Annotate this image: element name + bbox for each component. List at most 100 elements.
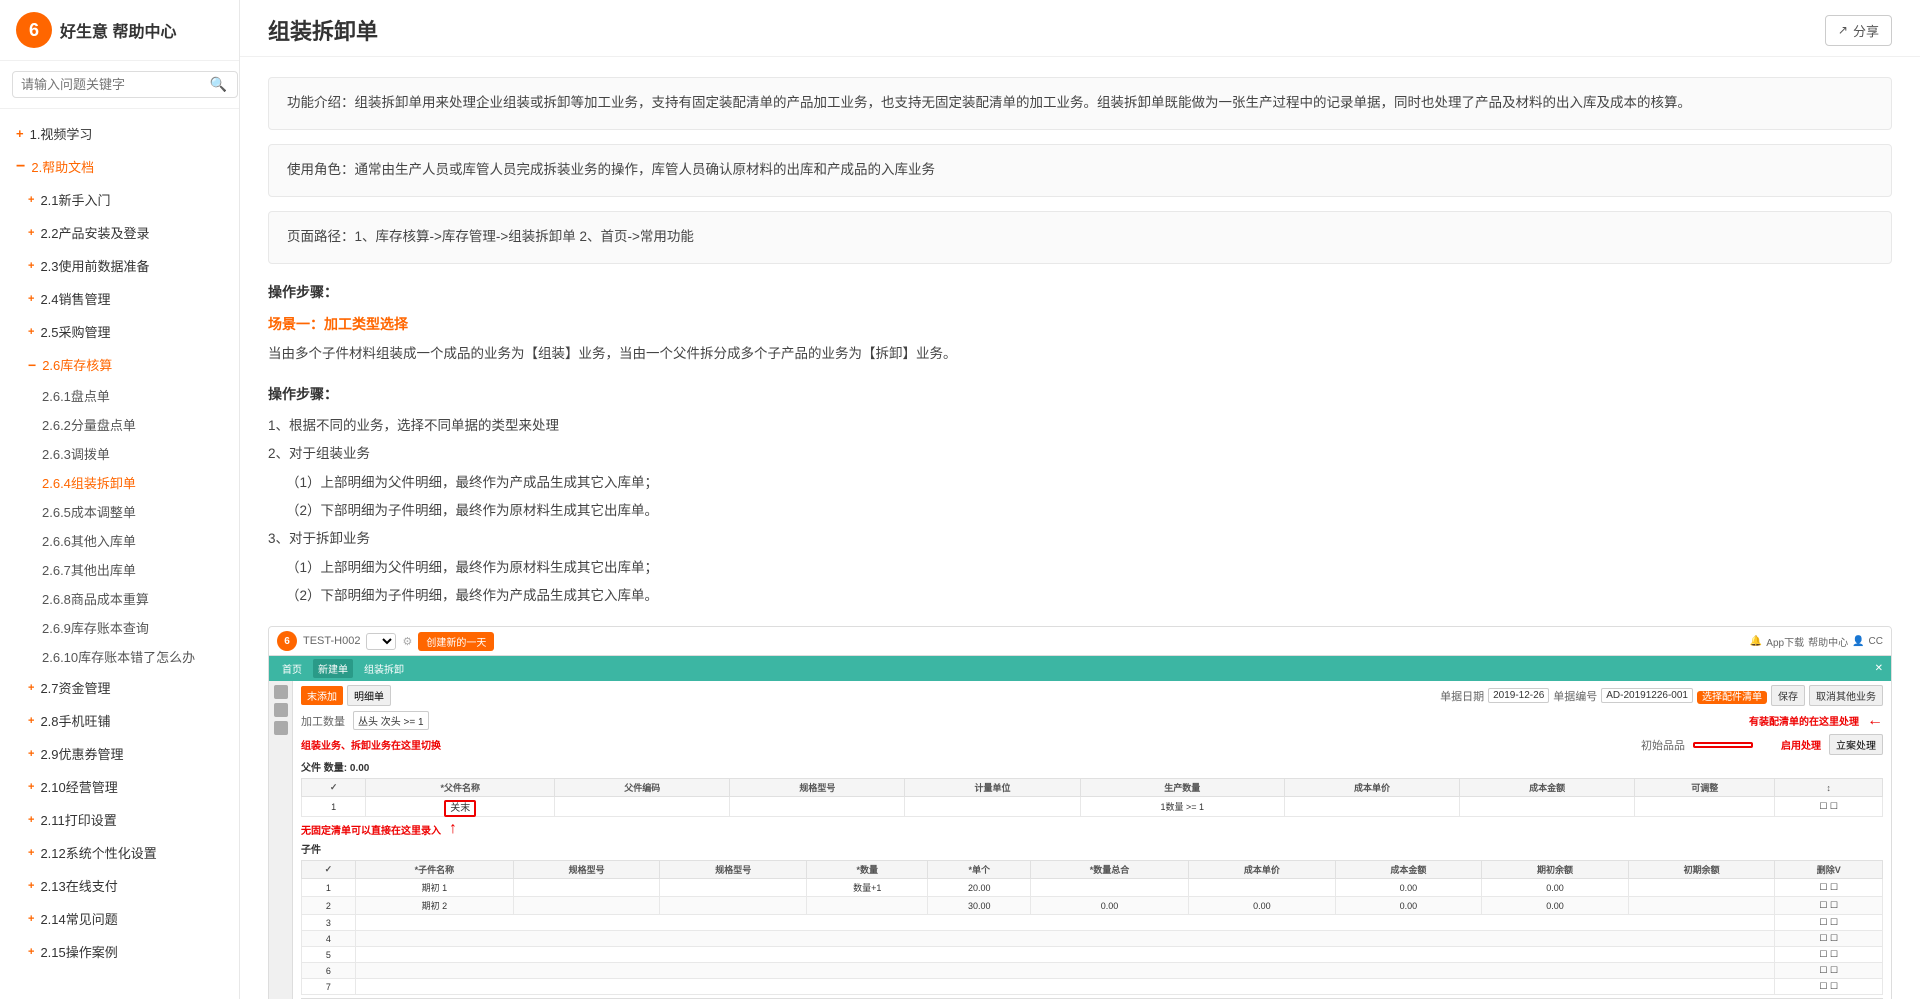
sim-bth-name: *子件名称 [355,861,513,879]
sim-icon-2 [274,703,288,717]
sim-td-amount [1460,797,1635,817]
sidebar-item-2-14[interactable]: + 2.14常见问题 [0,902,239,935]
sidebar-item-2-2[interactable]: + 2.2产品安装及登录 [0,216,239,249]
sim-topbar-right: 🔔 App下载 帮助中心 👤 CC [1750,634,1883,649]
screenshot-container: 6 TEST-H002 ⚙ 创建新的一天 🔔 App下载 帮助中心 👤 CC [268,626,1892,999]
sim-section-header-bottom: 子件 [301,841,1883,856]
sidebar-item-2-6-7[interactable]: 2.6.7其他出库单 [0,555,239,584]
sidebar-item-2-7[interactable]: + 2.7资金管理 [0,671,239,704]
sim-bth-init2: 初期余额 [1628,861,1775,879]
plus-icon: + [28,260,34,272]
sidebar-item-2-15[interactable]: + 2.15操作案例 [0,935,239,968]
sim-nav-home[interactable]: 首页 [277,659,307,678]
sidebar-item-video[interactable]: + 1.视频学习 [0,117,239,150]
sim-btd-qty4 [807,897,928,915]
plus-icon: + [28,781,34,793]
sidebar-item-2-4[interactable]: + 2.4销售管理 [0,282,239,315]
sim-btd-amount1: 0.00 [1335,879,1482,897]
sidebar-item-2-9[interactable]: + 2.9优惠券管理 [0,737,239,770]
sim-form-row3: 组装业务、拆卸业务在这里切换 初始品品 启用处理 立案处理 [301,734,1883,755]
sidebar-item-label: 2.13在线支付 [40,876,117,895]
sim-td-adj [1635,797,1775,817]
sim-red-name[interactable]: 关末 [444,800,476,817]
sim-btd-init2 [1628,879,1775,897]
step2-sub2-text: （2）下部明细为子件明细，最终作为原材料生成其它出库单。 [268,499,1892,523]
search-input[interactable] [12,71,238,98]
intro-block-2: 使用角色：通常由生产人员或库管人员完成拆装业务的操作，库管人员确认原材料的出库和… [268,144,1892,197]
sim-table-row: 1 关末 1数量 >= 1 [302,797,1883,817]
sidebar-item-2-10[interactable]: + 2.10经营管理 [0,770,239,803]
sim-bth-qty3: *数量总合 [1031,861,1189,879]
sidebar-item-2-6-4[interactable]: 2.6.4组装拆卸单 [0,468,239,497]
sim-th: ✓ [302,779,366,797]
sidebar-item-2-13[interactable]: + 2.13在线支付 [0,869,239,902]
sim-bth-del: 删除V [1775,861,1883,879]
sim-nav-new[interactable]: 新建单 [313,659,353,678]
sidebar-item-2-6-10[interactable]: 2.6.10库存账本错了怎么办 [0,642,239,671]
page-title: 组装拆卸单 [268,14,378,46]
sim-tab-detail[interactable]: 明细单 [347,685,391,706]
sidebar-item-2-12[interactable]: + 2.12系统个性化设置 [0,836,239,869]
sidebar-item-2-6-3[interactable]: 2.6.3调拨单 [0,439,239,468]
sidebar-item-2-6-5[interactable]: 2.6.5成本调整单 [0,497,239,526]
sim-user-id: CC [1869,636,1883,647]
sim-close-icon[interactable]: ✕ [1875,663,1883,674]
sidebar-item-2-8[interactable]: + 2.8手机旺铺 [0,704,239,737]
sidebar-search-container[interactable]: 🔍 [0,61,239,109]
sidebar-item-docs[interactable]: − 2.帮助文档 [0,150,239,183]
sim-th-parent: *父件名称 [366,779,555,797]
sim-btd-qty5: 30.00 [928,897,1031,915]
sim-annotation-text3: 启用处理 [1781,737,1821,752]
sidebar: 6 好生意 帮助中心 🔍 + 1.视频学习 − 2.帮助文档 + 2.1新手入门 [0,0,240,999]
main-header: 组装拆卸单 ↗ 分享 [240,0,1920,57]
sim-btd-qty1: 数量+1 [807,879,928,897]
sidebar-item-2-11[interactable]: + 2.11打印设置 [0,803,239,836]
sim-bth-cost: 成本单价 [1189,861,1336,879]
sidebar-item-2-6[interactable]: − 2.6库存核算 [0,348,239,381]
sim-th-cost: 成本单价 [1284,779,1459,797]
sim-select[interactable] [366,633,396,650]
sim-arrow-right: ← [1867,712,1883,730]
sidebar-item-label: 2.2产品安装及登录 [40,223,149,242]
sidebar-item-2-6-1[interactable]: 2.6.1盘点单 [0,381,239,410]
sim-bottom-table: ✓ *子件名称 规格型号 规格型号 *数量 *单个 *数量总合 成本单价 成本金… [301,860,1883,995]
plus-icon: + [28,748,34,760]
sim-process-label: 初始品品 [1641,737,1685,753]
sim-td-spec [730,797,905,817]
app-title: 好生意 帮助中心 [60,18,176,42]
sim-cancel-btn[interactable]: 取消其他业务 [1809,685,1883,706]
sim-confirm-btn[interactable]: 立案处理 [1829,734,1883,755]
sidebar-item-label: 2.1新手入门 [40,190,110,209]
sim-main-content: 末添加 明细单 单据日期 2019-12-26 单据编号 AD-20191226… [293,681,1891,999]
sidebar-item-2-6-2[interactable]: 2.6.2分量盘点单 [0,410,239,439]
sim-save-btn[interactable]: 保存 [1771,685,1805,706]
sim-icon-1 [274,685,288,699]
sim-orange-label: 选择配件清单 [1697,691,1767,704]
sidebar-item-2-1[interactable]: + 2.1新手入门 [0,183,239,216]
sidebar-item-2-6-6[interactable]: 2.6.6其他入库单 [0,526,239,555]
sim-process-input[interactable] [1693,742,1753,748]
sim-bth-spec1: 规格型号 [513,861,660,879]
share-button[interactable]: ↗ 分享 [1825,15,1892,46]
sim-bth-init: 期初余额 [1482,861,1629,879]
sidebar-item-2-6-8[interactable]: 2.6.8商品成本重算 [0,584,239,613]
sidebar-item-2-5[interactable]: + 2.5采购管理 [0,315,239,348]
sim-btd-init4 [1628,897,1775,915]
sidebar-item-label: 2.12系统个性化设置 [40,843,156,862]
minus-icon: − [28,357,36,373]
sim-new-day-btn[interactable]: 创建新的一天 [418,632,494,651]
sim-tab-add[interactable]: 末添加 [301,686,343,705]
sim-btd-name2: 期初 2 [355,897,513,915]
sim-num-value: 丛头 次头 >= 1 [353,711,429,730]
sim-bth-amount: 成本金额 [1335,861,1482,879]
sim-bth-qty2: *单个 [928,861,1031,879]
sidebar-item-2-6-9[interactable]: 2.6.9库存账本查询 [0,613,239,642]
sidebar-item-label: 2.15操作案例 [40,942,117,961]
plus-icon: + [28,814,34,826]
sim-btd-spec4 [660,897,807,915]
sim-td-code [555,797,730,817]
sidebar-item-2-3[interactable]: + 2.3使用前数据准备 [0,249,239,282]
sim-annotation-text1: 有装配清单的在这里处理 [1749,713,1859,728]
sim-nav-assemble[interactable]: 组装拆卸 [359,659,409,678]
sim-nav: 首页 新建单 组装拆卸 ✕ [269,656,1891,681]
